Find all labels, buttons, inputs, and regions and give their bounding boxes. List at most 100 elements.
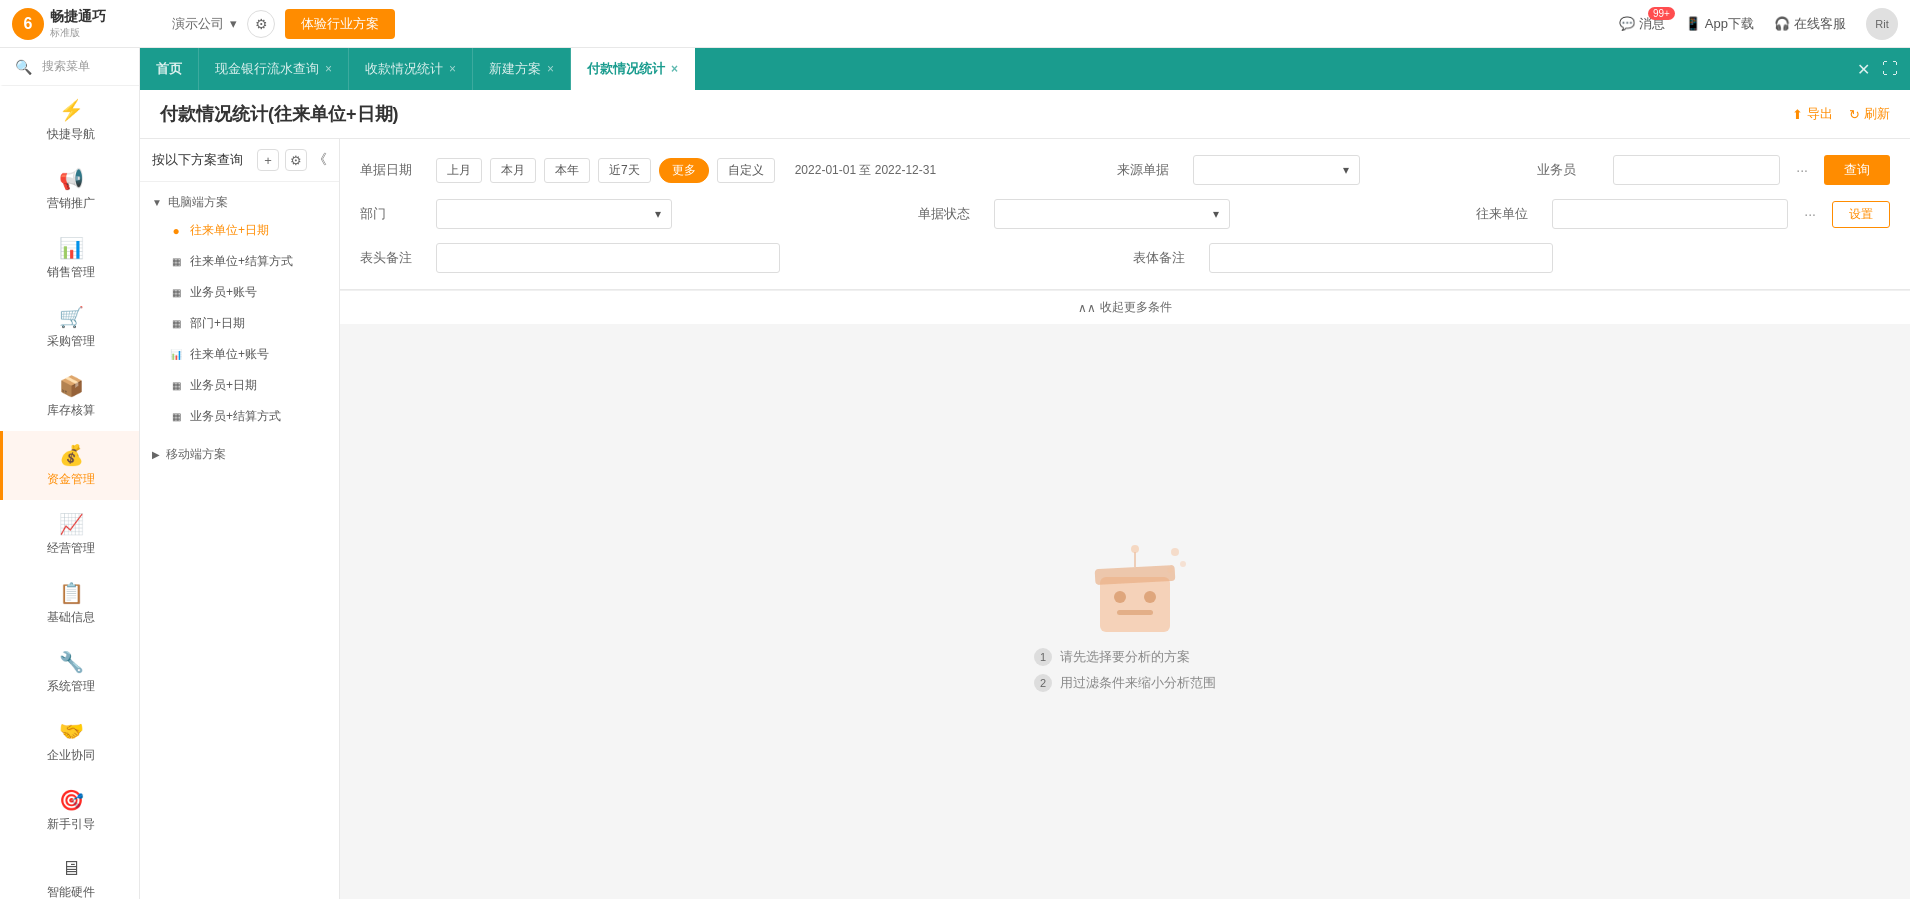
scheme-add-btn[interactable]: + bbox=[257, 149, 279, 171]
empty-hint-2: 2 用过滤条件来缩小分析范围 bbox=[1034, 674, 1216, 692]
sidebar-item-quick-nav[interactable]: ⚡ 快捷导航 bbox=[0, 86, 139, 155]
message-icon: 💬 bbox=[1619, 16, 1635, 31]
hint-2-num: 2 bbox=[1034, 674, 1052, 692]
refresh-button[interactable]: ↻ 刷新 bbox=[1849, 105, 1890, 123]
svg-point-6 bbox=[1180, 561, 1186, 567]
tab-payment-stats[interactable]: 付款情况统计 × bbox=[571, 48, 695, 90]
marketing-icon: 📢 bbox=[59, 167, 84, 191]
desktop-group-label: 电脑端方案 bbox=[168, 194, 228, 211]
date-btn-this-year[interactable]: 本年 bbox=[544, 158, 590, 183]
tab-payment-stats-close[interactable]: × bbox=[671, 62, 678, 76]
online-service-item[interactable]: 🎧 在线客服 bbox=[1774, 15, 1846, 33]
hardware-icon: 🖥 bbox=[61, 857, 81, 880]
scheme-settings-btn[interactable]: ⚙ bbox=[285, 149, 307, 171]
source-chevron bbox=[1343, 163, 1349, 177]
partner-settle-icon: ▦ bbox=[168, 254, 184, 270]
dept-date-label: 部门+日期 bbox=[190, 315, 245, 332]
scheme-collapse-btn[interactable]: 《 bbox=[313, 151, 327, 169]
marketing-label: 营销推广 bbox=[47, 195, 95, 212]
sidebar-item-marketing[interactable]: 📢 营销推广 bbox=[0, 155, 139, 224]
partner-dots[interactable]: ··· bbox=[1804, 206, 1816, 222]
date-btn-this-month[interactable]: 本月 bbox=[490, 158, 536, 183]
tab-expand-btn[interactable]: ⛶ bbox=[1882, 60, 1898, 78]
basic-info-icon: 📋 bbox=[59, 581, 84, 605]
sidebar-item-finance[interactable]: 💰 资金管理 bbox=[0, 431, 139, 500]
staff-settle-icon: ▦ bbox=[168, 409, 184, 425]
sidebar-item-basic-info[interactable]: 📋 基础信息 bbox=[0, 569, 139, 638]
company-selector[interactable]: 演示公司 bbox=[172, 15, 237, 33]
query-button[interactable]: 查询 bbox=[1824, 155, 1890, 185]
tab-receipt-stats-close[interactable]: × bbox=[449, 62, 456, 76]
tab-bank-flow-close[interactable]: × bbox=[325, 62, 332, 76]
svg-point-7 bbox=[1168, 567, 1173, 572]
date-range-display: 2022-01-01 至 2022-12-31 bbox=[795, 162, 940, 179]
search-label: 搜索菜单 bbox=[42, 58, 90, 75]
tab-home[interactable]: 首页 bbox=[140, 48, 199, 90]
tab-new-scheme[interactable]: 新建方案 × bbox=[473, 48, 571, 90]
tab-bar-right: ✕ ⛶ bbox=[1857, 48, 1910, 90]
mobile-group-arrow: ▶ bbox=[152, 449, 160, 460]
date-btn-custom[interactable]: 自定义 bbox=[717, 158, 775, 183]
scheme-group-mobile[interactable]: ▶ 移动端方案 bbox=[140, 440, 339, 469]
source-label: 来源单据 bbox=[1117, 161, 1177, 179]
scheme-item-staff-account[interactable]: ▦ 业务员+账号 bbox=[140, 277, 339, 308]
app-download-item[interactable]: 📱 App下载 bbox=[1685, 15, 1754, 33]
sidebar-item-enterprise[interactable]: 🤝 企业协同 bbox=[0, 707, 139, 776]
sidebar-search[interactable]: 🔍 搜索菜单 bbox=[0, 48, 139, 86]
date-btn-last-7[interactable]: 近7天 bbox=[598, 158, 651, 183]
user-avatar[interactable]: Rit bbox=[1866, 8, 1898, 40]
scheme-item-staff-date[interactable]: ▦ 业务员+日期 bbox=[140, 370, 339, 401]
app-subtitle: 标准版 bbox=[50, 26, 106, 40]
collapse-label: 收起更多条件 bbox=[1100, 299, 1172, 316]
sidebar-item-guide[interactable]: 🎯 新手引导 bbox=[0, 776, 139, 845]
tab-close-all-btn[interactable]: ✕ bbox=[1857, 60, 1870, 79]
filter-row-2: 部门 单据状态 往来单位 bbox=[360, 199, 1890, 229]
settings-button[interactable]: ⚙ bbox=[247, 10, 275, 38]
staff-dots[interactable]: ··· bbox=[1796, 162, 1808, 178]
sidebar-item-inventory[interactable]: 📦 库存核算 bbox=[0, 362, 139, 431]
scheme-item-partner-account[interactable]: 📊 往来单位+账号 bbox=[140, 339, 339, 370]
svg-rect-4 bbox=[1117, 610, 1153, 615]
scheme-item-partner-date[interactable]: ● 往来单位+日期 bbox=[140, 215, 339, 246]
date-btn-last-month[interactable]: 上月 bbox=[436, 158, 482, 183]
sidebar-item-system[interactable]: 🔧 系统管理 bbox=[0, 638, 139, 707]
table-head-note-input[interactable] bbox=[436, 243, 780, 273]
table-body-note-input[interactable] bbox=[1209, 243, 1553, 273]
date-btn-more[interactable]: 更多 bbox=[659, 158, 709, 183]
purchase-label: 采购管理 bbox=[47, 333, 95, 350]
search-icon: 🔍 bbox=[15, 59, 32, 75]
settings-button-filter[interactable]: 设置 bbox=[1832, 201, 1890, 228]
sidebar-item-purchase[interactable]: 🛒 采购管理 bbox=[0, 293, 139, 362]
tab-bank-flow[interactable]: 现金银行流水查询 × bbox=[199, 48, 349, 90]
sales-label: 销售管理 bbox=[47, 264, 95, 281]
doc-status-chevron bbox=[1213, 207, 1219, 221]
doc-status-select[interactable] bbox=[994, 199, 1230, 229]
logo-icon: 6 bbox=[12, 8, 44, 40]
scheme-item-staff-settle[interactable]: ▦ 业务员+结算方式 bbox=[140, 401, 339, 432]
partner-date-label: 往来单位+日期 bbox=[190, 222, 269, 239]
sidebar-item-hardware[interactable]: 🖥 智能硬件 bbox=[0, 845, 139, 899]
source-select[interactable] bbox=[1193, 155, 1360, 185]
scheme-group-desktop-title[interactable]: ▼ 电脑端方案 bbox=[140, 190, 339, 215]
dept-date-icon: ▦ bbox=[168, 316, 184, 332]
tab-bar: 首页 现金银行流水查询 × 收款情况统计 × 新建方案 × 付款情况统计 × ✕… bbox=[140, 48, 1910, 90]
staff-select[interactable] bbox=[1613, 155, 1780, 185]
tab-receipt-stats[interactable]: 收款情况统计 × bbox=[349, 48, 473, 90]
sidebar-item-sales[interactable]: 📊 销售管理 bbox=[0, 224, 139, 293]
scheme-item-dept-date[interactable]: ▦ 部门+日期 bbox=[140, 308, 339, 339]
header-middle: 演示公司 ⚙ 体验行业方案 bbox=[152, 9, 1619, 39]
partner-select[interactable] bbox=[1552, 199, 1788, 229]
collapse-bar[interactable]: ∧∧ 收起更多条件 bbox=[340, 290, 1910, 324]
sidebar-item-operation[interactable]: 📈 经营管理 bbox=[0, 500, 139, 569]
scheme-item-partner-settle[interactable]: ▦ 往来单位+结算方式 bbox=[140, 246, 339, 277]
finance-label: 资金管理 bbox=[47, 471, 95, 488]
page-actions: ⬆ 导出 ↻ 刷新 bbox=[1792, 105, 1890, 123]
export-button[interactable]: ⬆ 导出 bbox=[1792, 105, 1833, 123]
tab-new-scheme-close[interactable]: × bbox=[547, 62, 554, 76]
tab-bank-flow-label: 现金银行流水查询 bbox=[215, 60, 319, 78]
notification-item[interactable]: 💬 消息 99+ bbox=[1619, 15, 1665, 33]
dept-select[interactable] bbox=[436, 199, 672, 229]
trial-button[interactable]: 体验行业方案 bbox=[285, 9, 395, 39]
app-name: 畅捷通巧 bbox=[50, 8, 106, 26]
service-icon: 🎧 bbox=[1774, 16, 1790, 31]
